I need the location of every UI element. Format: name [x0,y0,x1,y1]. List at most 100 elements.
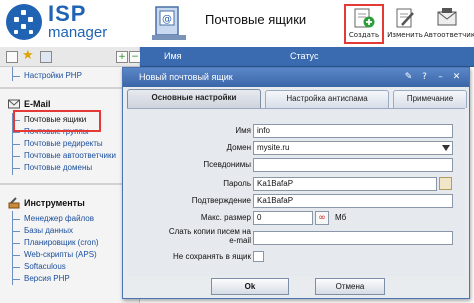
name-label: Имя [235,126,251,135]
tab-antispam[interactable]: Настройка антиспама [265,90,389,108]
column-name[interactable]: Имя [164,51,182,61]
field-row-aliases: Псевдонимы [127,157,465,173]
sidebar-list-icon[interactable] [6,51,18,63]
password-label: Пароль [223,179,251,188]
aliases-input[interactable] [253,158,453,172]
mailboxes-highlight-frame [13,110,101,132]
tree-tick [12,132,20,133]
chevron-down-icon [442,145,450,151]
tab-main-settings[interactable]: Основные настройки [127,89,261,109]
sidebar-grid-icon[interactable] [40,51,52,63]
sidebar: ★ + − Настройки PHP E-Mail Почтовые ящик… [0,47,141,303]
tree-line [12,67,13,81]
edit-icon [394,7,416,29]
logo-circle-icon [6,4,42,40]
domain-select[interactable]: mysite.ru [253,141,453,155]
cancel-button[interactable]: Отмена [315,278,385,295]
password-input[interactable]: Ka1BafaP [253,177,437,191]
maxsize-input[interactable]: 0 [253,211,313,225]
field-row-confirm: Подтверждение Ka1BafaP [127,193,465,209]
sidebar-item-php-settings[interactable]: Настройки PHP [24,71,82,80]
new-mailbox-dialog: Новый почтовый ящик ✎ ? – ✕ Основные нас… [122,67,470,299]
name-input[interactable]: info [253,124,453,138]
expand-all-icon[interactable]: + [116,51,128,63]
mailbox-page-icon: @ [152,6,186,40]
confirm-input[interactable]: Ka1BafaP [253,194,453,208]
sidebar-divider [0,183,140,185]
field-row-nosave: Не сохранять в ящик [127,249,465,265]
favorites-star-icon[interactable]: ★ [22,48,34,63]
field-row-maxsize: Макс. размер 0 ∞ Мб [127,210,465,226]
tree-line [12,211,13,285]
tree-tick [12,144,20,145]
help-icon[interactable]: ? [419,72,430,83]
tree-tick [12,279,20,280]
create-icon [353,7,375,29]
tree-tick [12,255,20,256]
domain-label: Домен [226,143,251,152]
nosave-label: Не сохранять в ящик [173,252,251,261]
confirm-label: Подтверждение [191,196,251,205]
tools-section-icon [8,197,20,209]
app-header: ISP manager @ Почтовые ящики Создать Изм… [0,0,474,47]
tab-note[interactable]: Примечание [393,90,467,108]
sidebar-item-databases[interactable]: Базы данных [24,226,73,235]
nosave-checkbox[interactable] [253,251,264,262]
aliases-label: Псевдонимы [203,160,251,169]
copies-label-line2: e-mail [229,236,251,245]
tree-tick [12,219,20,220]
sidebar-item-web-scripts[interactable]: Web-скрипты (APS) [24,250,97,259]
sidebar-item-cron[interactable]: Планировщик (cron) [24,238,99,247]
autoreply-label: Автоответчик [424,31,474,39]
isp-manager-logo[interactable]: ISP manager [6,1,124,44]
copies-label: Слать копии писем на e-mail [169,227,251,245]
field-row-copies: Слать копии писем на e-mail [127,227,465,246]
sidebar-item-mail-redirects[interactable]: Почтовые редиректы [24,139,103,148]
pin-icon[interactable]: ✎ [403,72,414,83]
sidebar-item-softaculous[interactable]: Softaculous [24,262,66,271]
password-generator-icon[interactable] [439,177,452,190]
email-section-icon [8,99,20,109]
maxsize-unit: Мб [335,213,347,222]
dialog-tabs: Основные настройки Настройка антиспама П… [123,88,469,109]
sidebar-item-mail-autoresponders[interactable]: Почтовые автоответчики [24,151,116,160]
tree-tick [12,156,20,157]
dialog-titlebar[interactable]: Новый почтовый ящик ✎ ? – ✕ [123,68,469,87]
sidebar-item-php-version[interactable]: Версия PHP [24,274,70,283]
sidebar-item-mail-domains[interactable]: Почтовые домены [24,163,92,172]
close-icon[interactable]: ✕ [451,72,462,83]
logo-text-manager: manager [48,24,108,41]
ok-button[interactable]: Ok [211,278,289,295]
autoreply-icon [436,7,458,29]
edit-label: Изменить [387,31,423,39]
sidebar-divider [0,87,140,89]
edit-button[interactable]: Изменить [386,6,424,44]
copies-input[interactable] [253,231,453,245]
tree-tick [12,243,20,244]
create-button[interactable]: Создать [344,4,384,44]
create-label: Создать [348,31,380,39]
infinity-icon[interactable]: ∞ [315,211,329,225]
grid-header: Имя Статус [140,47,474,67]
page-title: Почтовые ящики [205,12,307,27]
maxsize-label: Макс. размер [200,213,251,222]
tree-tick [12,76,20,77]
svg-text:@: @ [162,14,172,25]
sidebar-heading-email[interactable]: E-Mail [24,99,51,109]
tree-tick [12,231,20,232]
column-status[interactable]: Статус [290,51,318,61]
minimize-icon[interactable]: – [435,72,446,83]
sidebar-toolbar: ★ + − [0,47,141,67]
domain-select-value: mysite.ru [257,143,290,152]
dialog-form: Имя info Домен mysite.ru Псевдонимы Паро… [127,108,465,276]
field-row-password: Пароль Ka1BafaP [127,176,465,192]
sidebar-heading-tools[interactable]: Инструменты [24,198,85,208]
field-row-domain: Домен mysite.ru [127,140,465,156]
tree-tick [12,168,20,169]
dialog-title: Новый почтовый ящик [139,72,233,82]
field-row-name: Имя info [127,123,465,139]
copies-label-line1: Слать копии писем на [168,227,251,236]
sidebar-item-file-manager[interactable]: Менеджер файлов [24,214,94,223]
tree-tick [12,267,20,268]
autoreply-button[interactable]: Автоответчик [424,6,474,44]
